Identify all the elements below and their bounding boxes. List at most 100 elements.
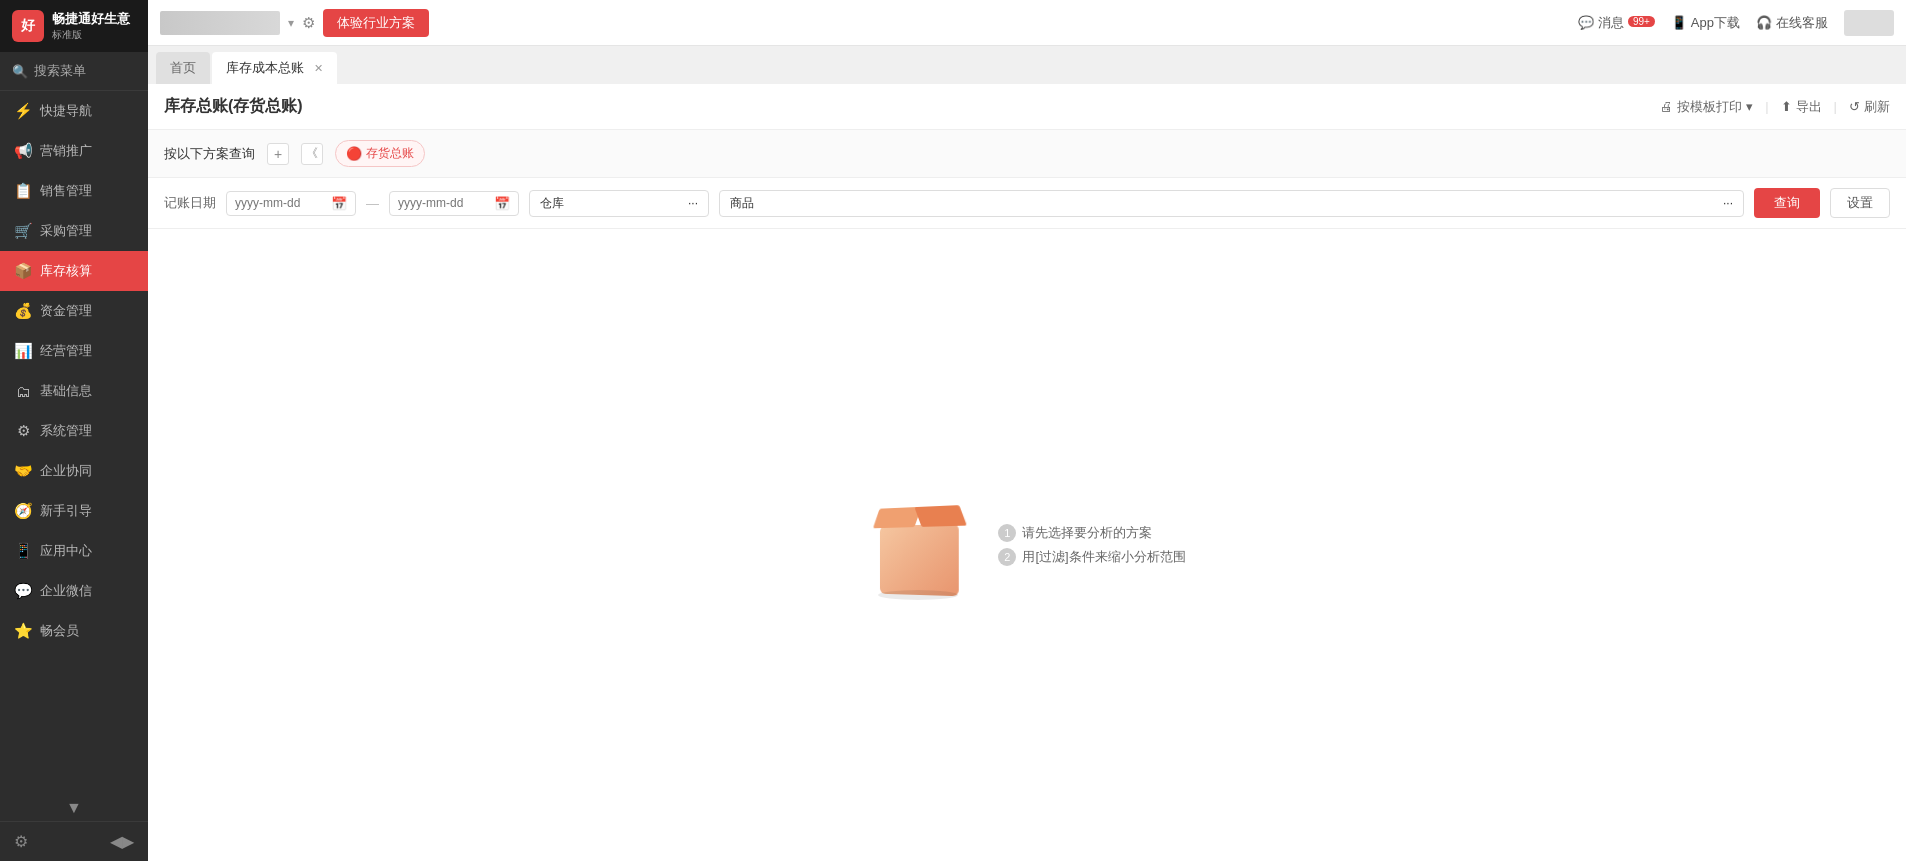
warehouse-input[interactable]: 仓库 ··· <box>529 190 709 217</box>
calendar-end-icon[interactable]: 📅 <box>494 196 510 211</box>
page-header-actions: 🖨 按模板打印 ▾ | ⬆ 导出 | ↺ 刷新 <box>1660 98 1890 116</box>
filter-scheme-label: 存货总账 <box>366 145 414 162</box>
app-version: 标准版 <box>52 28 130 41</box>
print-action[interactable]: 🖨 按模板打印 ▾ <box>1660 98 1753 116</box>
message-icon: 💬 <box>1578 15 1594 30</box>
filter-add-btn[interactable]: + <box>267 143 289 165</box>
settings-icon[interactable]: ⚙ <box>14 832 28 851</box>
user-avatar[interactable] <box>1844 10 1894 36</box>
print-label: 按模板打印 <box>1677 98 1742 116</box>
app-name: 畅捷通好生意 <box>52 11 130 28</box>
goods-input[interactable]: 商品 ··· <box>719 190 1744 217</box>
finance-icon: 💰 <box>14 302 32 320</box>
tab-inventory-label: 库存成本总账 <box>226 60 304 75</box>
date-end-input[interactable] <box>398 196 488 210</box>
sidebar: 好 畅捷通好生意 标准版 🔍 搜索菜单 ⚡ 快捷导航 📢 营销推广 📋 销售管理… <box>0 0 148 861</box>
guide-icon: 🧭 <box>14 502 32 520</box>
search-icon: 🔍 <box>12 64 28 79</box>
sidebar-item-label: 营销推广 <box>40 142 92 160</box>
app-download-label: App下载 <box>1691 14 1740 32</box>
empty-shadow <box>878 590 958 600</box>
sidebar-item-cooperation[interactable]: 🤝 企业协同 <box>0 451 148 491</box>
sidebar-scroll-down[interactable]: ▼ <box>0 795 148 821</box>
logo-icon: 好 <box>12 10 44 42</box>
collapse-icon[interactable]: ◀▶ <box>110 832 134 851</box>
sidebar-nav: ⚡ 快捷导航 📢 营销推广 📋 销售管理 🛒 采购管理 📦 库存核算 💰 资金管… <box>0 91 148 795</box>
filter-scheme-item[interactable]: 🔴 存货总账 <box>335 140 425 167</box>
sidebar-item-wechat[interactable]: 💬 企业微信 <box>0 571 148 611</box>
sidebar-item-sales[interactable]: 📋 销售管理 <box>0 171 148 211</box>
filter-collapse-btn[interactable]: 《 <box>301 143 323 165</box>
date-end-input-wrap: 📅 <box>389 191 519 216</box>
empty-hint2: 用[过滤]条件来缩小分析范围 <box>1022 548 1185 566</box>
sidebar-item-member[interactable]: ⭐ 畅会员 <box>0 611 148 651</box>
query-bar: 记账日期 📅 — 📅 仓库 ··· 商品 ··· 查询 设置 <box>148 178 1906 229</box>
sidebar-item-label: 采购管理 <box>40 222 92 240</box>
main-area: ▾ ⚙ 体验行业方案 💬 消息 99+ 📱 App下载 🎧 在线客服 首页 <box>148 0 1906 861</box>
goods-label: 商品 <box>730 195 754 212</box>
topbar-logo <box>160 11 280 35</box>
export-action[interactable]: ⬆ 导出 <box>1781 98 1822 116</box>
sidebar-item-quick-nav[interactable]: ⚡ 快捷导航 <box>0 91 148 131</box>
messages-item[interactable]: 💬 消息 99+ <box>1578 14 1655 32</box>
purchase-icon: 🛒 <box>14 222 32 240</box>
sidebar-item-label: 基础信息 <box>40 382 92 400</box>
date-label: 记账日期 <box>164 194 216 212</box>
sidebar-item-system[interactable]: ⚙ 系统管理 <box>0 411 148 451</box>
sidebar-item-marketing[interactable]: 📢 营销推广 <box>0 131 148 171</box>
query-btn[interactable]: 查询 <box>1754 188 1820 218</box>
sidebar-bottom: ⚙ ◀▶ <box>0 821 148 861</box>
date-start-input-wrap: 📅 <box>226 191 356 216</box>
topbar-dropdown-arrow[interactable]: ▾ <box>288 16 294 30</box>
basic-icon: 🗂 <box>14 383 32 400</box>
filter-label: 按以下方案查询 <box>164 145 255 163</box>
sidebar-item-guide[interactable]: 🧭 新手引导 <box>0 491 148 531</box>
trial-btn[interactable]: 体验行业方案 <box>323 9 429 37</box>
topbar: ▾ ⚙ 体验行业方案 💬 消息 99+ 📱 App下载 🎧 在线客服 <box>148 0 1906 46</box>
app-center-icon: 📱 <box>14 542 32 560</box>
messages-badge: 99+ <box>1628 16 1655 27</box>
sidebar-item-operation[interactable]: 📊 经营管理 <box>0 331 148 371</box>
headset-icon: 🎧 <box>1756 15 1772 30</box>
system-icon: ⚙ <box>14 422 32 440</box>
sidebar-search[interactable]: 🔍 搜索菜单 <box>0 52 148 91</box>
messages-label: 消息 <box>1598 14 1624 32</box>
sidebar-item-purchase[interactable]: 🛒 采购管理 <box>0 211 148 251</box>
empty-text: 1 请先选择要分析的方案 2 用[过滤]条件来缩小分析范围 <box>998 518 1185 572</box>
sidebar-item-basic[interactable]: 🗂 基础信息 <box>0 371 148 411</box>
tab-home[interactable]: 首页 <box>156 52 210 84</box>
refresh-icon: ↺ <box>1849 99 1860 114</box>
online-service-item[interactable]: 🎧 在线客服 <box>1756 14 1828 32</box>
page-header: 库存总账(存货总账) 🖨 按模板打印 ▾ | ⬆ 导出 | ↺ 刷新 <box>148 84 1906 130</box>
filter-row: 按以下方案查询 + 《 🔴 存货总账 <box>148 130 1906 178</box>
tab-inventory-ledger[interactable]: 库存成本总账 ✕ <box>212 52 337 84</box>
sidebar-item-finance[interactable]: 💰 资金管理 <box>0 291 148 331</box>
sidebar-item-app-center[interactable]: 📱 应用中心 <box>0 531 148 571</box>
refresh-action[interactable]: ↺ 刷新 <box>1849 98 1890 116</box>
app-download-item[interactable]: 📱 App下载 <box>1671 14 1740 32</box>
phone-icon: 📱 <box>1671 15 1687 30</box>
sidebar-logo: 好 畅捷通好生意 标准版 <box>0 0 148 52</box>
empty-box <box>880 524 959 597</box>
sidebar-item-label: 经营管理 <box>40 342 92 360</box>
tab-close-icon[interactable]: ✕ <box>314 62 323 74</box>
export-label: 导出 <box>1796 98 1822 116</box>
step2-num: 2 <box>998 548 1016 566</box>
wechat-icon: 💬 <box>14 582 32 600</box>
date-start-input[interactable] <box>235 196 325 210</box>
print-dropdown-icon[interactable]: ▾ <box>1746 99 1753 114</box>
sidebar-item-label: 快捷导航 <box>40 102 92 120</box>
empty-state: 1 请先选择要分析的方案 2 用[过滤]条件来缩小分析范围 <box>148 229 1906 861</box>
settings-btn[interactable]: 设置 <box>1830 188 1890 218</box>
date-separator: — <box>366 196 379 211</box>
calendar-start-icon[interactable]: 📅 <box>331 196 347 211</box>
step1-num: 1 <box>998 524 1016 542</box>
inventory-icon: 📦 <box>14 262 32 280</box>
sidebar-item-inventory[interactable]: 📦 库存核算 <box>0 251 148 291</box>
empty-hint1: 请先选择要分析的方案 <box>1022 524 1152 542</box>
tab-home-label: 首页 <box>170 60 196 75</box>
cooperation-icon: 🤝 <box>14 462 32 480</box>
sales-icon: 📋 <box>14 182 32 200</box>
topbar-gear-icon[interactable]: ⚙ <box>302 14 315 32</box>
topbar-right: 💬 消息 99+ 📱 App下载 🎧 在线客服 <box>1578 10 1894 36</box>
